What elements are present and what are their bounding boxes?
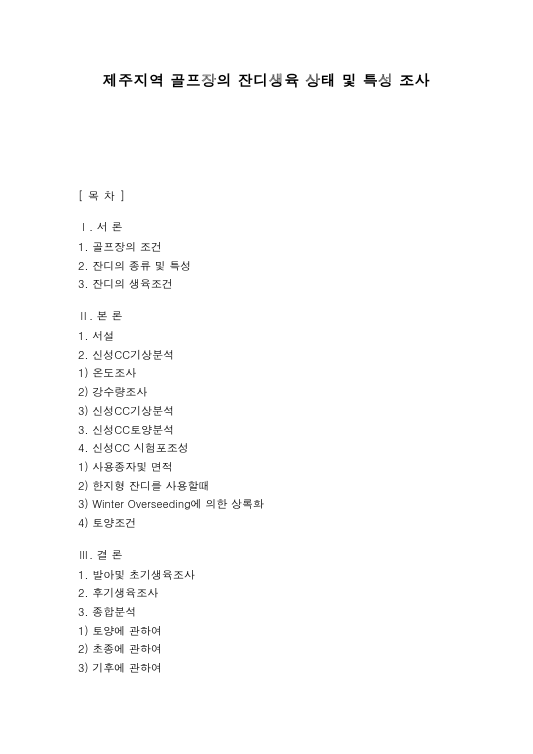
toc-item: 2. 잔디의 종류 및 특성 (78, 258, 455, 277)
toc-item: 1. 서설 (78, 328, 455, 347)
toc-item: 3) 신성CC기상분석 (78, 403, 455, 422)
section-conclusion: Ⅲ. 결 론 1. 발아및 초기생육조사 2. 후기생육조사 3. 종합분석 1… (78, 548, 455, 679)
section-intro: Ⅰ. 서 론 1. 골프장의 조건 2. 잔디의 종류 및 특성 3. 잔디의 … (78, 220, 455, 295)
toc-item: 2. 신성CC기상분석 (78, 347, 455, 366)
toc-item: 1) 온도조사 (78, 365, 455, 384)
toc-item: 4) 토양조건 (78, 515, 455, 534)
toc-item: 2) 한지형 잔디를 사용할때 (78, 478, 455, 497)
toc-item: 2) 초종에 관하여 (78, 641, 455, 660)
toc-item: 1) 토양에 관하여 (78, 623, 455, 642)
toc-item: 2) 강수량조사 (78, 384, 455, 403)
toc-item: 2. 후기생육조사 (78, 585, 455, 604)
toc-item: 1) 사용종자및 면적 (78, 459, 455, 478)
section-heading-2: Ⅱ. 본 론 (78, 309, 455, 324)
toc-item: 1. 골프장의 조건 (78, 239, 455, 258)
toc-item: 3) 기후에 관하여 (78, 660, 455, 679)
toc-item: 3. 잔디의 생육조건 (78, 276, 455, 295)
toc-item: 3. 종합분석 (78, 604, 455, 623)
toc-item: 1. 발아및 초기생육조사 (78, 567, 455, 586)
toc-label: [ 목 차 ] (78, 189, 455, 204)
document-title: 제주지역 골프장의 잔디생육 상태 및 특성 조사 (78, 70, 455, 91)
section-body: Ⅱ. 본 론 1. 서설 2. 신성CC기상분석 1) 온도조사 2) 강수량조… (78, 309, 455, 534)
toc-item: 4. 신성CC 시험포조성 (78, 440, 455, 459)
section-heading-3: Ⅲ. 결 론 (78, 548, 455, 563)
section-heading-1: Ⅰ. 서 론 (78, 220, 455, 235)
toc-item: 3. 신성CC토양분석 (78, 422, 455, 441)
toc-item: 3) Winter Overseeding에 의한 상록화 (78, 496, 455, 515)
